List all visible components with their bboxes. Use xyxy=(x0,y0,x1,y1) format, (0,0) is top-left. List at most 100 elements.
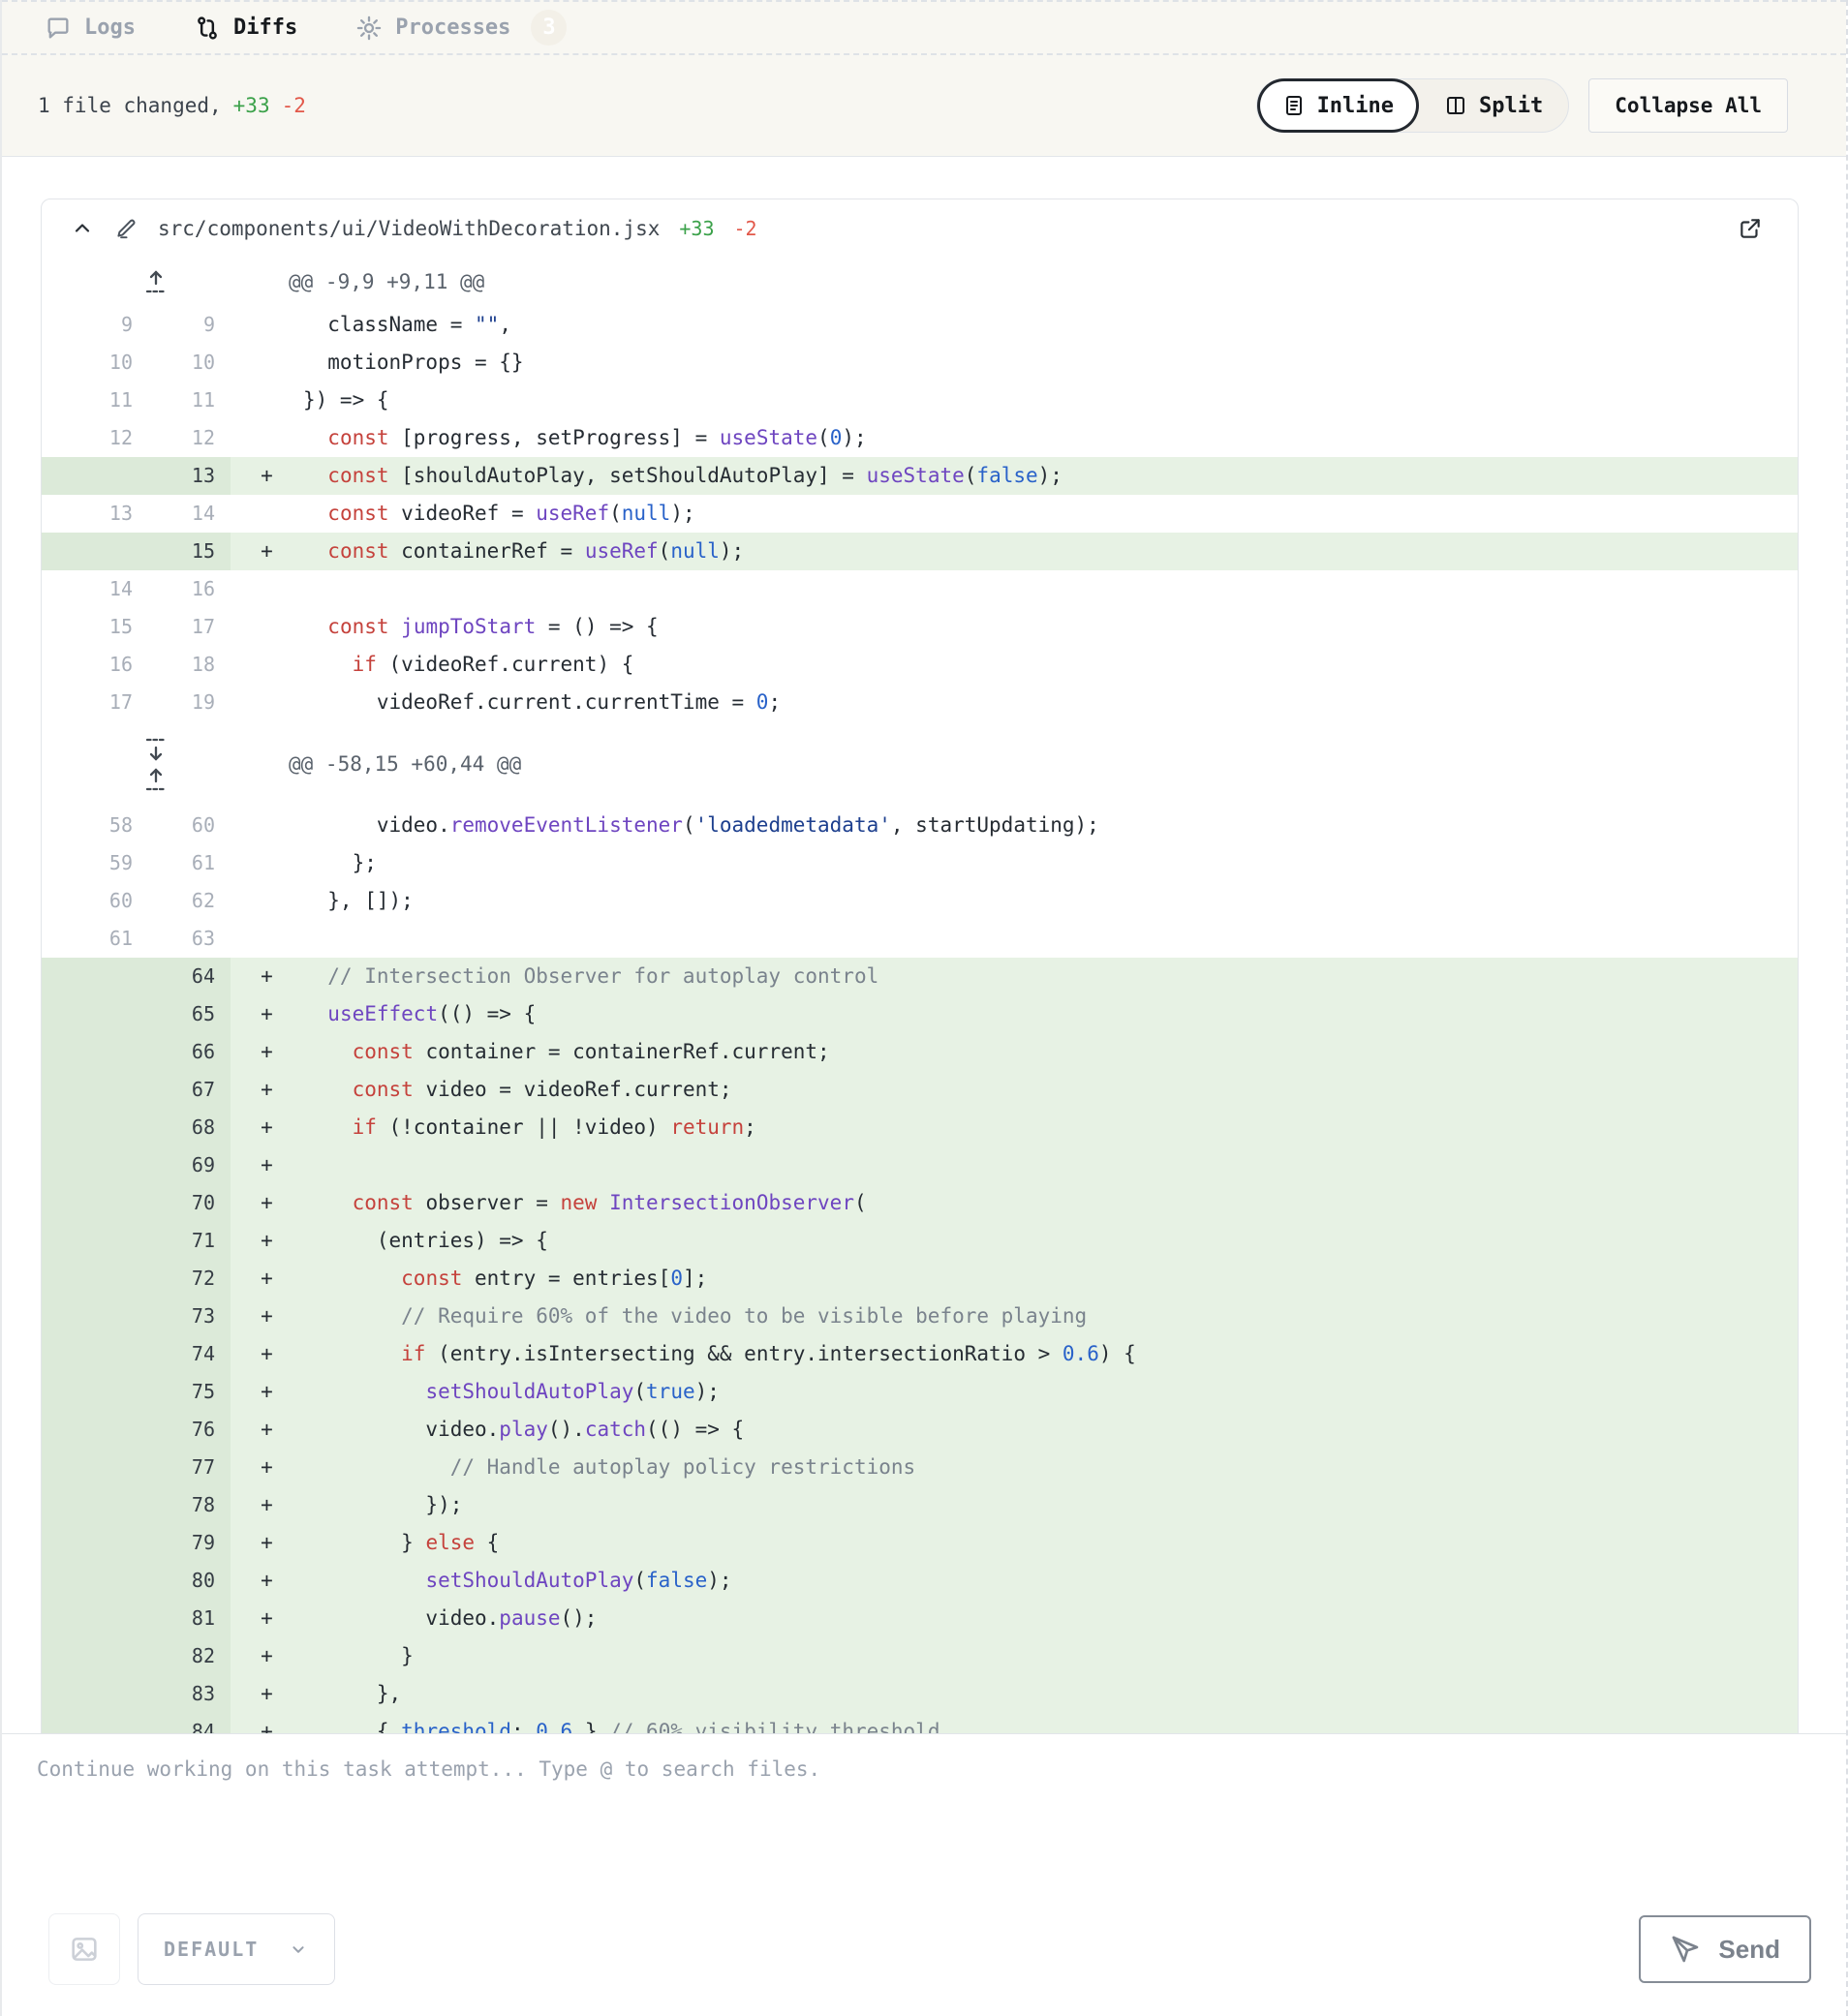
old-line-number: 59 xyxy=(108,851,133,874)
split-columns-icon xyxy=(1444,94,1467,117)
code-text: }, []); xyxy=(303,889,414,912)
old-line-number: 58 xyxy=(108,813,133,837)
diff-sign xyxy=(231,684,303,721)
diff-line: 60 62 }, []); xyxy=(42,882,1798,920)
diff-sign: + xyxy=(231,1260,303,1298)
inline-view-label: Inline xyxy=(1316,93,1395,118)
open-external-button[interactable] xyxy=(1738,216,1763,241)
file-header: src/components/ui/VideoWithDecoration.js… xyxy=(42,199,1798,258)
new-line-number: 79 xyxy=(148,1524,231,1562)
diff-sign: + xyxy=(231,1449,303,1486)
profile-select[interactable]: DEFAULT xyxy=(138,1913,336,1985)
diff-sign: + xyxy=(231,1298,303,1335)
diff-line: 14 16 xyxy=(42,570,1798,608)
new-line-number: 60 xyxy=(191,813,215,837)
diff-line: 73 + // Require 60% of the video to be vi… xyxy=(42,1298,1798,1335)
code-text: // Handle autoplay policy restrictions xyxy=(303,1449,1798,1486)
new-line-number: 64 xyxy=(148,958,231,995)
composer-input[interactable] xyxy=(2,1734,1846,1879)
old-line-number: 16 xyxy=(108,653,133,676)
attach-image-button[interactable] xyxy=(48,1913,120,1985)
code-text: // Require 60% of the video to be visibl… xyxy=(303,1298,1798,1335)
old-line-number xyxy=(42,958,148,995)
diff-sign xyxy=(231,382,303,419)
code-text: const containerRef = useRef(null); xyxy=(303,533,1798,570)
diff-line: 58 60 video.removeEventListener('loadedme… xyxy=(42,807,1798,844)
diff-line: 16 18 if (videoRef.current) { xyxy=(42,646,1798,684)
code-text: if (entry.isIntersecting && entry.inters… xyxy=(303,1335,1798,1373)
hunk-header-text: @@ -58,15 +60,44 @@ xyxy=(289,752,522,776)
new-line-number: 75 xyxy=(148,1373,231,1411)
collapse-all-button[interactable]: Collapse All xyxy=(1588,78,1788,133)
tab-logs[interactable]: Logs xyxy=(45,15,136,42)
new-line-number: 65 xyxy=(148,995,231,1033)
expand-up-button[interactable] xyxy=(142,766,169,793)
expand-down-button[interactable] xyxy=(142,736,169,763)
tab-processes[interactable]: Processes 3 xyxy=(355,10,568,46)
send-button[interactable]: Send xyxy=(1639,1915,1811,1983)
new-line-number: 61 xyxy=(191,851,215,874)
collapse-file-button[interactable] xyxy=(71,217,94,240)
diff-sign: + xyxy=(231,1411,303,1449)
code-text: const video = videoRef.current; xyxy=(303,1071,1798,1109)
code-text: const entry = entries[0]; xyxy=(303,1260,1798,1298)
diff-line: 13 + const [shouldAutoPlay, setShouldAuto… xyxy=(42,457,1798,495)
toolbar-actions: Inline Split Collapse All xyxy=(1255,78,1788,133)
diff-sign xyxy=(231,570,303,608)
old-line-number: 60 xyxy=(108,889,133,912)
summary-deletions: -2 xyxy=(281,94,306,117)
diff-line: 11 11}) => { xyxy=(42,382,1798,419)
new-line-number: 77 xyxy=(148,1449,231,1486)
inline-view-button[interactable]: Inline xyxy=(1256,78,1420,133)
new-line-number: 17 xyxy=(191,615,215,638)
new-line-number: 9 xyxy=(202,313,215,336)
tab-logs-label: Logs xyxy=(84,15,136,40)
old-line-number: 61 xyxy=(108,927,133,950)
diff-line: 17 19 videoRef.current.currentTime = 0; xyxy=(42,684,1798,721)
image-icon xyxy=(68,1933,101,1966)
diff-sign: + xyxy=(231,1033,303,1071)
old-line-number: 11 xyxy=(108,388,133,412)
old-line-number xyxy=(42,995,148,1033)
view-mode-toggle: Inline Split xyxy=(1255,78,1570,133)
split-view-button[interactable]: Split xyxy=(1419,78,1568,133)
diff-file-card: src/components/ui/VideoWithDecoration.js… xyxy=(41,199,1799,1750)
new-line-number: 80 xyxy=(148,1562,231,1600)
old-line-number xyxy=(42,1033,148,1071)
new-line-number: 69 xyxy=(148,1146,231,1184)
chat-icon xyxy=(45,15,72,42)
summary-text: 1 file changed, xyxy=(38,94,222,117)
chevron-down-icon xyxy=(288,1939,309,1960)
changes-summary: 1 file changed, +33 -2 xyxy=(38,94,306,117)
diff-sign: + xyxy=(231,457,303,495)
diff-sign: + xyxy=(231,1222,303,1260)
code-text: const container = containerRef.current; xyxy=(303,1033,1798,1071)
new-line-number: 18 xyxy=(191,653,215,676)
tab-diffs[interactable]: Diffs xyxy=(194,15,297,42)
expand-up-button[interactable] xyxy=(142,268,169,295)
old-line-number xyxy=(42,533,148,570)
diff-line: 79 + } else { xyxy=(42,1524,1798,1562)
diff-line: 72 + const entry = entries[0]; xyxy=(42,1260,1798,1298)
file-deletions: -2 xyxy=(733,217,757,240)
diff-line: 66 + const container = containerRef.curre… xyxy=(42,1033,1798,1071)
old-line-number xyxy=(42,1184,148,1222)
processes-count-badge: 3 xyxy=(531,10,568,46)
diff-line: 78 + }); xyxy=(42,1486,1798,1524)
code-text: }, xyxy=(303,1675,1798,1713)
diff-line: 59 61 }; xyxy=(42,844,1798,882)
code-text: (entries) => { xyxy=(303,1222,1798,1260)
diff-rows: @@ -9,9 +9,11 @@ 9 9 className = "", 10 10 m… xyxy=(42,258,1798,1749)
paper-plane-icon xyxy=(1670,1934,1701,1965)
code-text: } xyxy=(303,1637,1798,1675)
new-line-number: 15 xyxy=(148,533,231,570)
diff-sign: + xyxy=(231,1600,303,1637)
code-text: const [shouldAutoPlay, setShouldAutoPlay… xyxy=(303,457,1798,495)
new-line-number: 13 xyxy=(148,457,231,495)
document-icon xyxy=(1282,94,1306,117)
code-text: if (!container || !video) return; xyxy=(303,1109,1798,1146)
diff-sign: + xyxy=(231,1524,303,1562)
hunk-expand-controls xyxy=(42,736,231,793)
code-text: className = "", xyxy=(303,313,511,336)
